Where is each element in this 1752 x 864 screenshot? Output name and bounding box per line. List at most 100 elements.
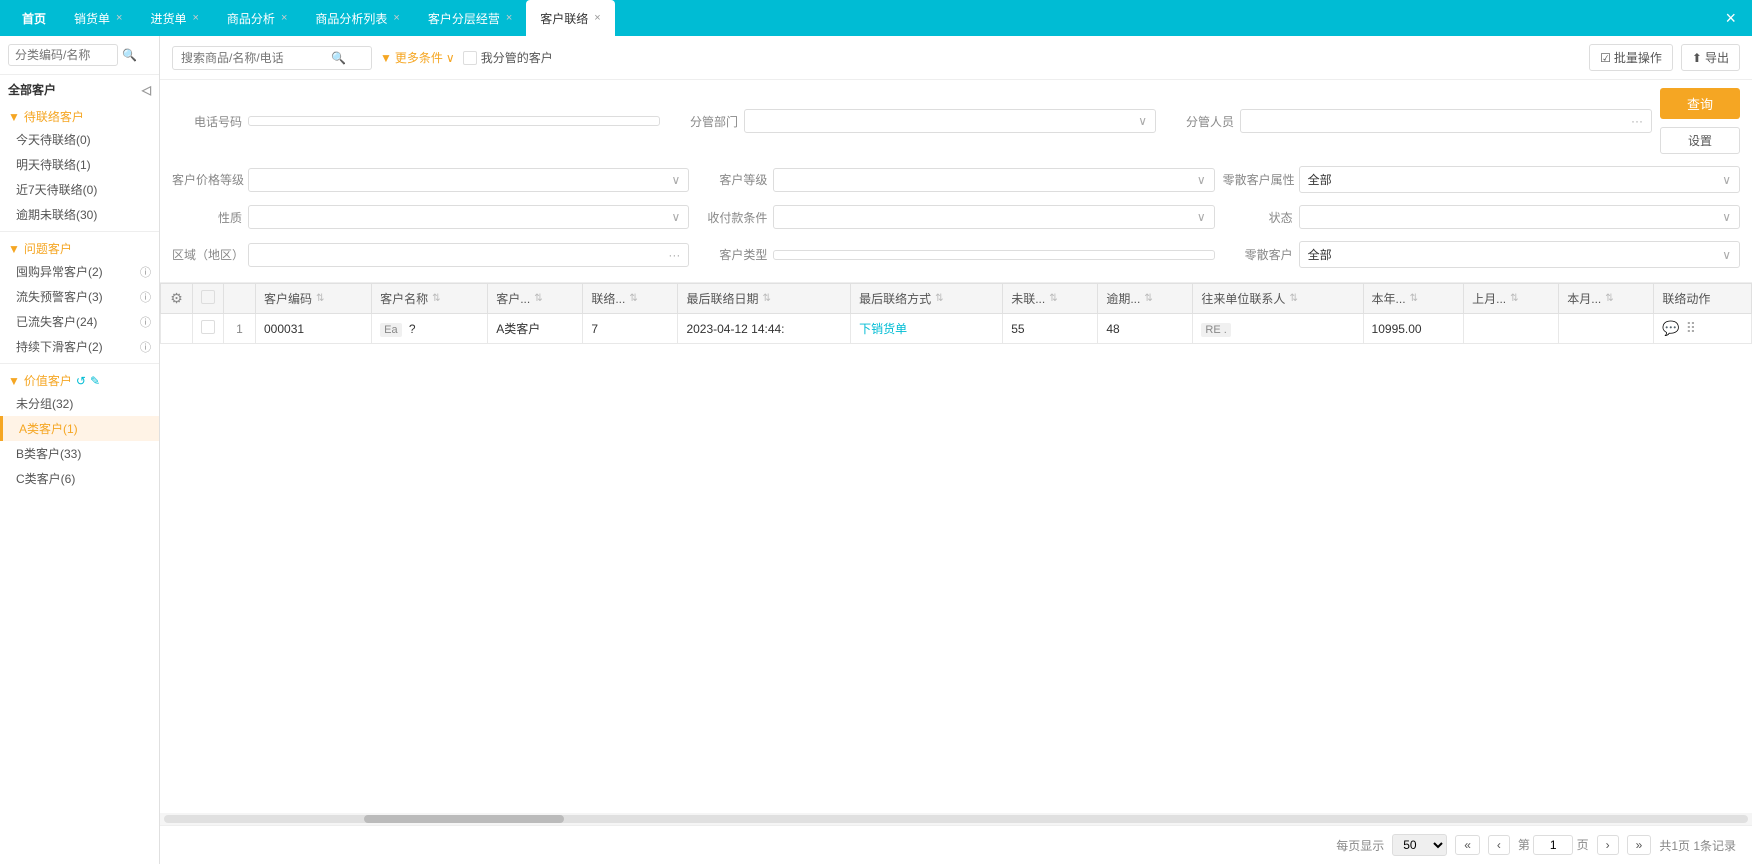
my-customers-checkbox[interactable]: 我分管的客户 [463, 49, 553, 66]
region-input[interactable]: ··· [248, 243, 689, 267]
search-icon[interactable]: 🔍 [331, 51, 346, 65]
th-uncontacted[interactable]: 未联... ⇅ [1003, 284, 1098, 314]
th-last-date[interactable]: 最后联络日期 ⇅ [678, 284, 851, 314]
close-icon[interactable]: × [116, 12, 122, 24]
sort-icon[interactable]: ⇅ [1510, 293, 1518, 304]
select-all-checkbox[interactable] [201, 290, 215, 304]
sort-icon[interactable]: ⇅ [432, 293, 440, 304]
retail-customer-input[interactable]: 全部 ∨ [1299, 241, 1740, 268]
sort-icon[interactable]: ⇅ [1049, 293, 1057, 304]
qr-icon[interactable]: ⠿ [1686, 320, 1696, 337]
sidebar-item-declining[interactable]: 持续下滑客户(2) ⓘ [0, 334, 159, 359]
customer-level-input[interactable]: ∨ [773, 168, 1214, 192]
nav-tab-analysis[interactable]: 商品分析 × [213, 0, 301, 36]
nav-tab-sales[interactable]: 销货单 × [60, 0, 136, 36]
per-page-select[interactable]: 50 100 200 [1392, 834, 1447, 856]
sidebar-all-customers[interactable]: 全部客户 ◁ [0, 75, 159, 104]
close-icon[interactable]: × [594, 12, 600, 24]
th-this-month[interactable]: 本月... ⇅ [1559, 284, 1654, 314]
sidebar-item-b-class[interactable]: B类客户(33) [0, 441, 159, 466]
nav-tab-customer-contact[interactable]: 客户联络 × [526, 0, 614, 36]
th-last-method[interactable]: 最后联络方式 ⇅ [851, 284, 1003, 314]
first-page-button[interactable]: « [1455, 835, 1480, 855]
sidebar-item-a-class[interactable]: A类客户(1) [0, 416, 159, 441]
sidebar-search-icon[interactable]: 🔍 [122, 48, 137, 62]
nature-input[interactable]: ∨ [248, 205, 689, 229]
horizontal-scrollbar[interactable] [160, 813, 1752, 825]
sidebar-item-tomorrow[interactable]: 明天待联络(1) [0, 152, 159, 177]
sidebar-search-input[interactable] [8, 44, 118, 66]
sidebar-group-pending[interactable]: ▼ 待联络客户 [0, 104, 159, 127]
page-input[interactable] [1533, 835, 1573, 855]
nav-tab-customer-seg[interactable]: 客户分层经营 × [414, 0, 526, 36]
last-page-button[interactable]: » [1627, 835, 1652, 855]
collapse-icon[interactable]: ◁ [142, 83, 151, 97]
query-button[interactable]: 查询 [1660, 88, 1740, 119]
nav-tab-home[interactable]: 首页 [8, 0, 60, 36]
th-contact-count[interactable]: 联络... ⇅ [583, 284, 678, 314]
th-type[interactable]: 客户... ⇅ [488, 284, 583, 314]
customer-type-input[interactable] [773, 250, 1214, 260]
scrollbar-thumb[interactable] [364, 815, 564, 823]
window-close-button[interactable]: × [1717, 8, 1744, 29]
sort-icon[interactable]: ⇅ [1144, 293, 1152, 304]
payment-input[interactable]: ∨ [773, 205, 1214, 229]
close-icon[interactable]: × [281, 12, 287, 24]
prev-page-button[interactable]: ‹ [1488, 835, 1510, 855]
close-icon[interactable]: × [393, 12, 399, 24]
sort-icon[interactable]: ⇅ [534, 293, 542, 304]
phone-input[interactable] [248, 116, 660, 126]
td-last-method[interactable]: 下销货单 [851, 314, 1003, 344]
price-level-input[interactable]: ∨ [248, 168, 689, 192]
sort-icon[interactable]: ⇅ [1289, 293, 1297, 304]
status-input[interactable]: ∨ [1299, 205, 1740, 229]
gear-icon[interactable]: ⚙ [170, 290, 183, 306]
sidebar-group-value[interactable]: ▼ 价值客户 ↺ ✎ [0, 368, 159, 391]
close-icon[interactable]: × [506, 12, 512, 24]
th-name[interactable]: 客户名称 ⇅ [372, 284, 488, 314]
sort-icon[interactable]: ⇅ [1410, 293, 1418, 304]
sidebar-item-7days[interactable]: 近7天待联络(0) [0, 177, 159, 202]
scrollbar-track[interactable] [164, 815, 1748, 823]
sidebar-item-ungrouped[interactable]: 未分组(32) [0, 391, 159, 416]
th-company-contact[interactable]: 往来单位联系人 ⇅ [1193, 284, 1363, 314]
retail-attr-input[interactable]: 全部 ∨ [1299, 166, 1740, 193]
edit-icon[interactable]: ✎ [90, 374, 100, 388]
checkbox-icon[interactable] [463, 51, 477, 65]
sort-icon[interactable]: ⇅ [629, 293, 637, 304]
th-this-year[interactable]: 本年... ⇅ [1363, 284, 1464, 314]
dept-input[interactable]: ∨ [744, 109, 1156, 133]
td-check[interactable] [193, 314, 224, 344]
nav-tab-purchase[interactable]: 进货单 × [136, 0, 212, 36]
batch-ops-button[interactable]: ☑ 批量操作 [1589, 44, 1673, 71]
sidebar-item-today[interactable]: 今天待联络(0) [0, 127, 159, 152]
more-icon[interactable]: ··· [1631, 114, 1643, 128]
refresh-icon[interactable]: ↺ [76, 374, 86, 388]
sidebar-item-overdue[interactable]: 逾期未联络(30) [0, 202, 159, 227]
sidebar-item-churned[interactable]: 已流失客户(24) ⓘ [0, 309, 159, 334]
th-settings[interactable]: ⚙ [161, 284, 193, 314]
last-method-link[interactable]: 下销货单 [859, 322, 907, 336]
close-icon[interactable]: × [192, 12, 198, 24]
sort-icon[interactable]: ⇅ [1605, 293, 1613, 304]
export-button[interactable]: ⬆ 导出 [1681, 44, 1740, 71]
message-icon[interactable]: 💬 [1662, 320, 1679, 337]
th-last-month[interactable]: 上月... ⇅ [1464, 284, 1559, 314]
th-check[interactable] [193, 284, 224, 314]
th-overdue[interactable]: 逾期... ⇅ [1098, 284, 1193, 314]
next-page-button[interactable]: › [1597, 835, 1619, 855]
more-icon[interactable]: ··· [668, 248, 680, 262]
th-code[interactable]: 客户编码 ⇅ [256, 284, 372, 314]
nav-tab-analysis-list[interactable]: 商品分析列表 × [301, 0, 413, 36]
sidebar-group-problem[interactable]: ▼ 问题客户 [0, 236, 159, 259]
more-filters-btn[interactable]: ▼ 更多条件 ∨ [380, 49, 455, 66]
sidebar-item-churn-warning[interactable]: 流失预警客户(3) ⓘ [0, 284, 159, 309]
sort-icon[interactable]: ⇅ [762, 293, 770, 304]
search-input[interactable] [181, 51, 331, 65]
sidebar-item-c-class[interactable]: C类客户(6) [0, 466, 159, 491]
manager-input[interactable]: ··· [1240, 109, 1652, 133]
settings-button[interactable]: 设置 [1660, 127, 1740, 154]
sidebar-item-hoarding[interactable]: 囤购异常客户(2) ⓘ [0, 259, 159, 284]
row-checkbox[interactable] [201, 320, 215, 334]
sort-icon[interactable]: ⇅ [316, 293, 324, 304]
